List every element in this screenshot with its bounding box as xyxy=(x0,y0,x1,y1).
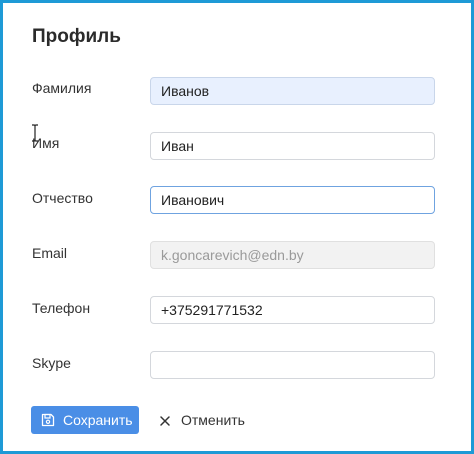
text-cursor-icon xyxy=(30,124,40,142)
skype-label: Skype xyxy=(32,355,71,371)
floppy-disk-icon xyxy=(41,413,55,427)
profile-dialog: Профиль Фамилия Имя Отчество Email Телеф… xyxy=(0,0,474,454)
phone-input[interactable] xyxy=(150,296,435,324)
save-button-label: Сохранить xyxy=(63,412,133,428)
close-icon xyxy=(159,414,171,426)
email-label: Email xyxy=(32,245,68,261)
surname-label: Фамилия xyxy=(32,80,92,96)
skype-input[interactable] xyxy=(150,351,435,379)
email-field xyxy=(150,241,435,269)
cancel-button-label: Отменить xyxy=(181,412,245,428)
save-button[interactable]: Сохранить xyxy=(31,406,139,434)
patronymic-input[interactable] xyxy=(150,186,435,214)
first-name-input[interactable] xyxy=(150,132,435,160)
surname-input[interactable] xyxy=(150,77,435,105)
patronymic-label: Отчество xyxy=(32,190,93,206)
cancel-button[interactable]: Отменить xyxy=(153,406,251,434)
phone-label: Телефон xyxy=(32,300,91,316)
page-title: Профиль xyxy=(32,26,121,47)
